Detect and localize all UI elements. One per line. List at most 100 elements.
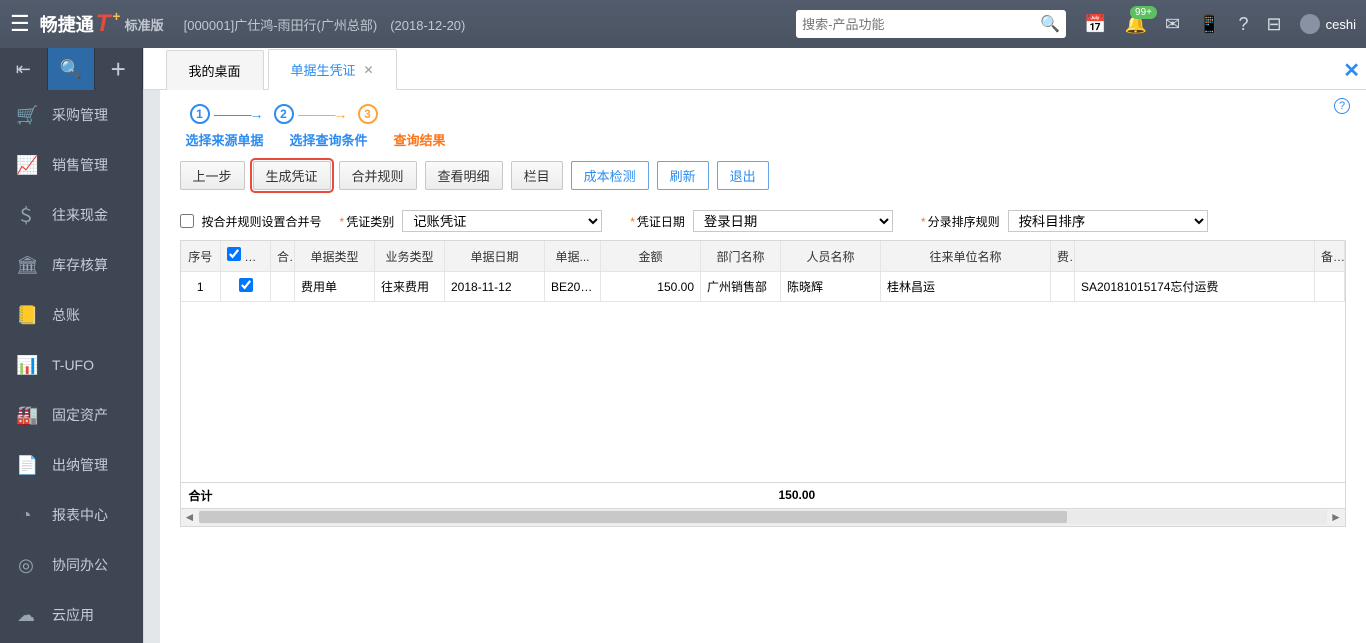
- data-table: 序号 选择 合... 单据类型 业务类型 单据日期 单据... 金额 部门名称 …: [181, 241, 1346, 482]
- cart-icon: 🛒: [16, 105, 36, 126]
- sidebar: ⇤ 🔍 + 🛒 采购管理 📈销售管理 ＄往来现金 🏛库存核算 📒总账 📊 T-UFO…: [0, 48, 143, 643]
- generate-voucher-button[interactable]: 生成凭证: [253, 161, 331, 190]
- date-label: 凭证日期: [637, 215, 685, 229]
- brand-logo: 畅捷通 T + 标准版: [40, 10, 164, 38]
- page-help-icon[interactable]: ?: [1334, 98, 1350, 114]
- sidebar-item-cloud[interactable]: ☁云应用: [0, 590, 143, 640]
- sidebar-item-cashier[interactable]: 📄 出纳管理: [0, 440, 143, 490]
- sidebar-item-purchase[interactable]: 🛒 采购管理: [0, 90, 143, 140]
- prev-button[interactable]: 上一步: [180, 161, 245, 190]
- close-icon[interactable]: ✕: [364, 63, 374, 77]
- search-icon[interactable]: 🔍: [1040, 14, 1060, 34]
- bell-icon[interactable]: 🔔99+: [1125, 14, 1147, 35]
- voucher-date-select[interactable]: 登录日期: [693, 210, 893, 232]
- col-remark[interactable]: 备...: [1315, 241, 1345, 272]
- exit-button[interactable]: 退出: [717, 161, 769, 190]
- required-icon: *: [340, 215, 345, 229]
- horizontal-scrollbar[interactable]: ◄ ►: [180, 509, 1347, 527]
- cell-date: 2018-11-12: [445, 272, 545, 302]
- user-menu[interactable]: ceshi: [1300, 14, 1356, 34]
- step-1: 1: [190, 104, 210, 124]
- close-all-icon[interactable]: ✕: [1343, 58, 1360, 83]
- mail-icon[interactable]: ✉: [1165, 14, 1180, 35]
- col-select[interactable]: 选择: [221, 241, 271, 272]
- brand-plus: +: [112, 8, 120, 24]
- cell-amount: 150.00: [601, 272, 701, 302]
- col-doc-type[interactable]: 单据类型: [295, 241, 375, 272]
- cell-biz-type: 往来费用: [375, 272, 445, 302]
- col-doc-no[interactable]: 单据...: [545, 241, 601, 272]
- sidebar-item-ledger[interactable]: 📒总账: [0, 290, 143, 340]
- cell-select[interactable]: [221, 272, 271, 302]
- sidebar-item-collab[interactable]: ◎协同办公: [0, 540, 143, 590]
- calendar-icon[interactable]: 📅: [1084, 14, 1106, 35]
- col-amount[interactable]: 金额: [601, 241, 701, 272]
- doc-icon: 📄: [16, 455, 36, 476]
- sidebar-item-label: 销售管理: [52, 155, 108, 175]
- scroll-right-icon[interactable]: ►: [1327, 510, 1345, 524]
- col-fee[interactable]: 费...: [1051, 241, 1075, 272]
- col-no[interactable]: 序号: [181, 241, 221, 272]
- sidebar-item-cash[interactable]: ＄往来现金: [0, 190, 143, 240]
- row-checkbox[interactable]: [239, 278, 253, 292]
- sidebar-item-sales[interactable]: 📈销售管理: [0, 140, 143, 190]
- content: ? 1 ———→ 2 ———→ 3 选择来源单据 选择查询条件 查询结果 上一步…: [144, 90, 1366, 527]
- sidebar-item-report[interactable]: ◔报表中心: [0, 490, 143, 540]
- col-person[interactable]: 人员名称: [781, 241, 881, 272]
- sidebar-item-tufo[interactable]: 📊 T-UFO: [0, 340, 143, 390]
- column-button[interactable]: 栏目: [511, 161, 563, 190]
- sidebar-item-label: 出纳管理: [52, 455, 108, 475]
- merge-checkbox[interactable]: [180, 214, 194, 228]
- step-label-3: 查询结果: [394, 130, 446, 149]
- book-icon: 📒: [16, 305, 36, 326]
- col-extra[interactable]: [1075, 241, 1315, 272]
- col-date[interactable]: 单据日期: [445, 241, 545, 272]
- table-row[interactable]: 1 费用单 往来费用 2018-11-12 BE201... 150.00 广州…: [181, 272, 1345, 302]
- col-dept[interactable]: 部门名称: [701, 241, 781, 272]
- feedback-icon[interactable]: ⊟: [1267, 14, 1282, 35]
- sidebar-item-label: 采购管理: [52, 105, 108, 125]
- col-biz-type[interactable]: 业务类型: [375, 241, 445, 272]
- menu-icon[interactable]: ☰: [10, 11, 30, 37]
- cell-doc-type: 费用单: [295, 272, 375, 302]
- tab-label: 我的桌面: [189, 61, 241, 80]
- scroll-left-icon[interactable]: ◄: [181, 510, 199, 524]
- tab-voucher[interactable]: 单据生凭证✕: [268, 49, 397, 90]
- cost-check-button[interactable]: 成本检测: [571, 161, 649, 190]
- scroll-track[interactable]: [199, 510, 1328, 524]
- cell-remark: [1315, 272, 1345, 302]
- sum-row: 合计 150.00: [180, 483, 1347, 509]
- step-2: 2: [274, 104, 294, 124]
- sidebar-collapse-icon[interactable]: ⇤: [0, 48, 48, 90]
- global-search[interactable]: 🔍: [796, 10, 1066, 38]
- filters-bar: 按合并规则设置合并号 *凭证类别 记账凭证 *凭证日期 登录日期 *分录排序规则…: [180, 210, 1347, 232]
- cell-no: 1: [181, 272, 221, 302]
- col-merge[interactable]: 合...: [271, 241, 295, 272]
- view-detail-button[interactable]: 查看明细: [425, 161, 503, 190]
- step-indicator: 1 ———→ 2 ———→ 3: [190, 104, 1347, 124]
- sidebar-item-label: 库存核算: [52, 255, 108, 275]
- sidebar-item-label: T-UFO: [52, 357, 94, 373]
- sidebar-item-label: 云应用: [52, 605, 94, 625]
- help-icon[interactable]: ?: [1239, 14, 1249, 35]
- report-icon: 📊: [16, 355, 36, 376]
- search-input[interactable]: [802, 17, 1040, 32]
- refresh-button[interactable]: 刷新: [657, 161, 709, 190]
- body: ⇤ 🔍 + 🛒 采购管理 📈销售管理 ＄往来现金 🏛库存核算 📒总账 📊 T-UFO…: [0, 48, 1366, 643]
- scroll-thumb[interactable]: [199, 511, 1068, 523]
- select-all-checkbox[interactable]: [227, 247, 241, 261]
- sidebar-search-icon[interactable]: 🔍: [48, 48, 96, 90]
- table-body: 1 费用单 往来费用 2018-11-12 BE201... 150.00 广州…: [181, 272, 1345, 482]
- sidebar-item-assets[interactable]: 🏭固定资产: [0, 390, 143, 440]
- tab-desktop[interactable]: 我的桌面: [166, 50, 264, 90]
- mobile-icon[interactable]: 📱: [1198, 14, 1220, 35]
- col-partner[interactable]: 往来单位名称: [881, 241, 1051, 272]
- merge-rule-button[interactable]: 合并规则: [339, 161, 417, 190]
- header-right: 🔍 📅 🔔99+ ✉ 📱 ? ⊟ ceshi: [796, 10, 1356, 38]
- sidebar-add-icon[interactable]: +: [95, 48, 143, 90]
- sidebar-item-inventory[interactable]: 🏛库存核算: [0, 240, 143, 290]
- collab-icon: ◎: [16, 555, 36, 576]
- voucher-type-select[interactable]: 记账凭证: [402, 210, 602, 232]
- arrow-icon: ———→: [298, 106, 354, 122]
- sort-rule-select[interactable]: 按科目排序: [1008, 210, 1208, 232]
